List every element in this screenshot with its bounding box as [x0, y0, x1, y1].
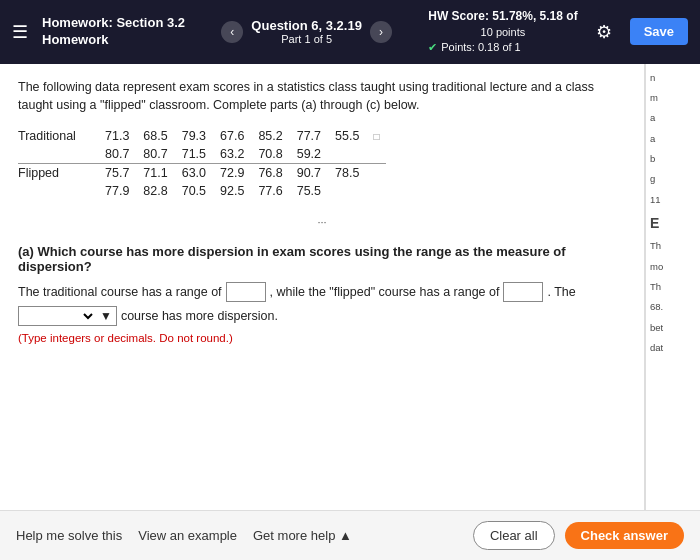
course-dropdown[interactable]: traditional flipped [23, 308, 96, 324]
problem-description: The following data represent exam scores… [18, 78, 626, 116]
answer-text-3: . The [547, 285, 575, 299]
row-label-flipped: Flipped [18, 164, 98, 183]
footer-actions: Clear all Check answer [473, 521, 684, 550]
ellipsis-dots: ··· [18, 210, 626, 234]
question-nav: ‹ Question 6, 3.2.19 Part 1 of 5 › [195, 18, 418, 45]
homework-title: Homework: Section 3.2 Homework [42, 15, 185, 49]
next-question-button[interactable]: › [370, 21, 392, 43]
part-a-label: (a) Which course has more dispersion in … [18, 244, 626, 274]
traditional-range-input[interactable] [226, 282, 266, 302]
hw-score: HW Score: 51.78%, 5.18 of 10 points ✔ Po… [428, 8, 577, 56]
footer: Help me solve this View an example Get m… [0, 510, 700, 560]
more-help-button[interactable]: Get more help ▲ [253, 528, 352, 543]
flipped-range-input[interactable] [503, 282, 543, 302]
question-label: Question 6, 3.2.19 [251, 18, 362, 33]
dropdown-arrow-icon: ▼ [100, 309, 112, 323]
help-solve-button[interactable]: Help me solve this [16, 528, 122, 543]
header: ☰ Homework: Section 3.2 Homework ‹ Quest… [0, 0, 700, 64]
prev-question-button[interactable]: ‹ [221, 21, 243, 43]
table-row: 77.9 82.8 70.5 92.5 77.6 75.5 [18, 182, 386, 200]
hint-text: (Type integers or decimals. Do not round… [18, 332, 626, 344]
answer-text-2: , while the "flipped" course has a range… [270, 285, 500, 299]
answer-text-1: The traditional course has a range of [18, 285, 222, 299]
check-answer-button[interactable]: Check answer [565, 522, 684, 549]
answer-row: The traditional course has a range of , … [18, 282, 626, 326]
side-peek-panel: n m a a b g 11 E Th mo Th 68. bet dat [645, 64, 700, 510]
table-row: Traditional 71.3 68.5 79.3 67.6 85.2 77.… [18, 127, 386, 145]
save-button[interactable]: Save [630, 18, 688, 45]
clear-all-button[interactable]: Clear all [473, 521, 555, 550]
table-row: Flipped 75.7 71.1 63.0 72.9 76.8 90.7 78… [18, 164, 386, 183]
menu-icon[interactable]: ☰ [12, 21, 28, 43]
answer-text-4: course has more dispersion. [121, 309, 278, 323]
main-area: The following data represent exam scores… [0, 64, 700, 510]
part-label: Part 1 of 5 [251, 33, 362, 45]
settings-icon[interactable]: ⚙ [596, 21, 612, 43]
data-table: Traditional 71.3 68.5 79.3 67.6 85.2 77.… [18, 127, 386, 200]
table-row: 80.7 80.7 71.5 63.2 70.8 59.2 [18, 145, 386, 164]
view-example-button[interactable]: View an example [138, 528, 237, 543]
course-dropdown-container[interactable]: traditional flipped ▼ [18, 306, 117, 326]
row-label-traditional: Traditional [18, 127, 98, 145]
content-area: The following data represent exam scores… [0, 64, 645, 510]
